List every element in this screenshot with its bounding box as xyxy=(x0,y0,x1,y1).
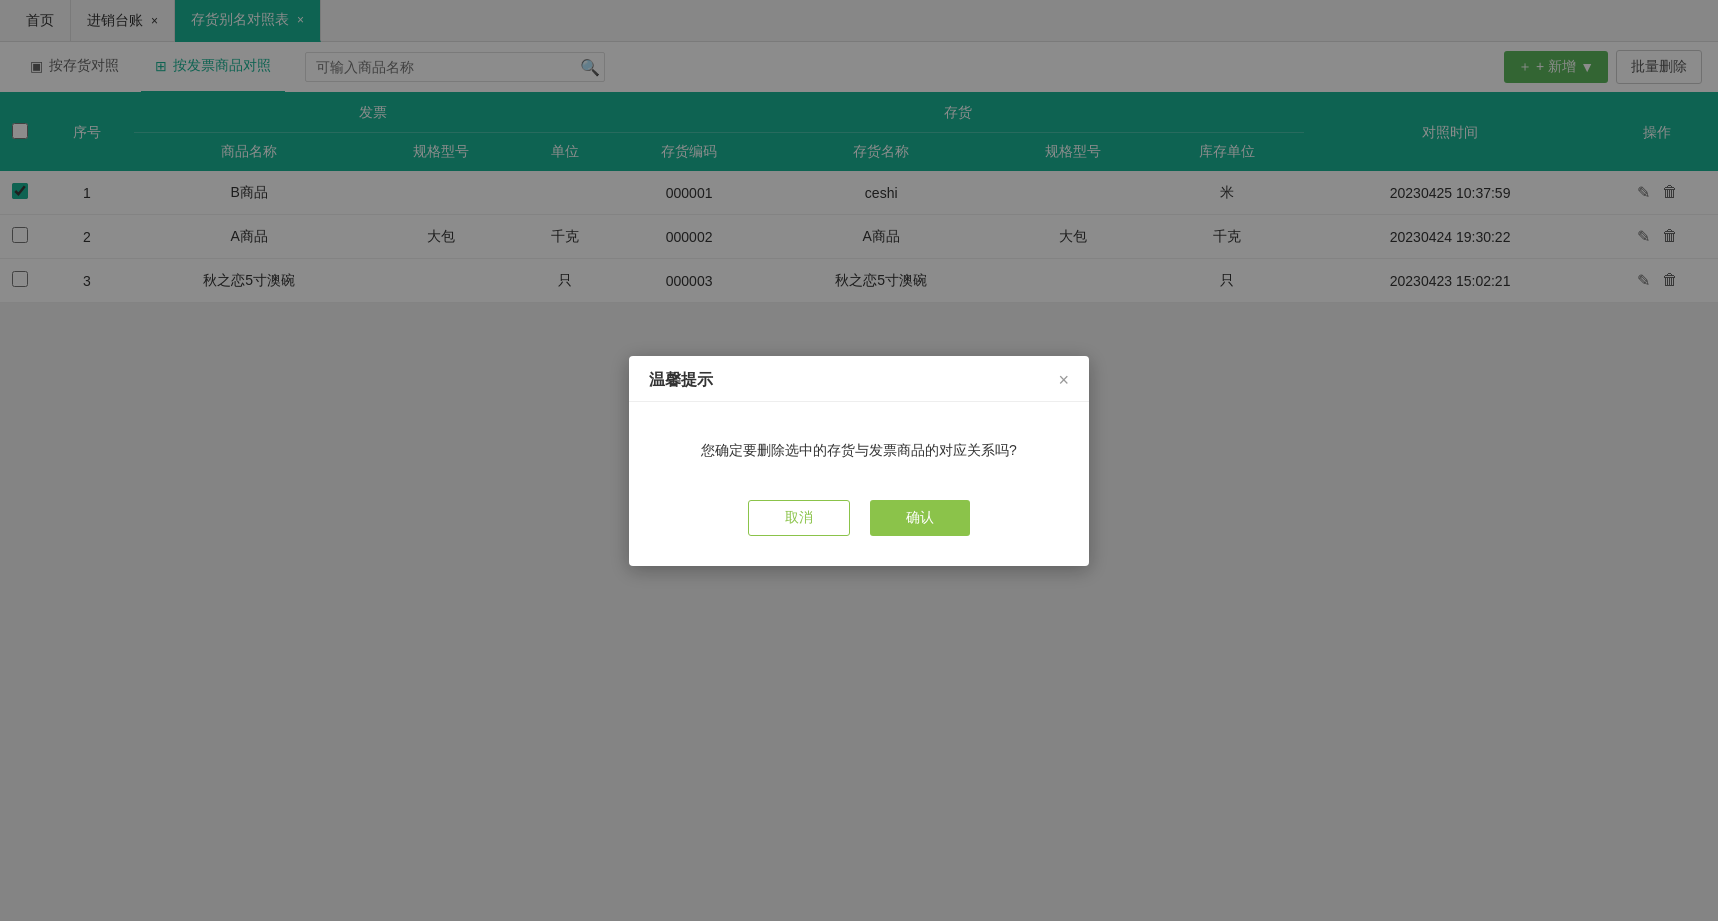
confirm-dialog: 温馨提示 × 您确定要删除选中的存货与发票商品的对应关系吗? 取消 确认 xyxy=(629,356,1089,566)
dialog-confirm-button[interactable]: 确认 xyxy=(870,500,970,536)
dialog-overlay: 温馨提示 × 您确定要删除选中的存货与发票商品的对应关系吗? 取消 确认 xyxy=(0,0,1718,921)
dialog-title: 温馨提示 xyxy=(649,370,713,391)
dialog-body: 您确定要删除选中的存货与发票商品的对应关系吗? xyxy=(629,402,1089,490)
dialog-message: 您确定要删除选中的存货与发票商品的对应关系吗? xyxy=(701,442,1017,458)
dialog-footer: 取消 确认 xyxy=(629,490,1089,566)
dialog-header: 温馨提示 × xyxy=(629,356,1089,402)
dialog-cancel-button[interactable]: 取消 xyxy=(748,500,850,536)
dialog-close-button[interactable]: × xyxy=(1058,371,1069,389)
